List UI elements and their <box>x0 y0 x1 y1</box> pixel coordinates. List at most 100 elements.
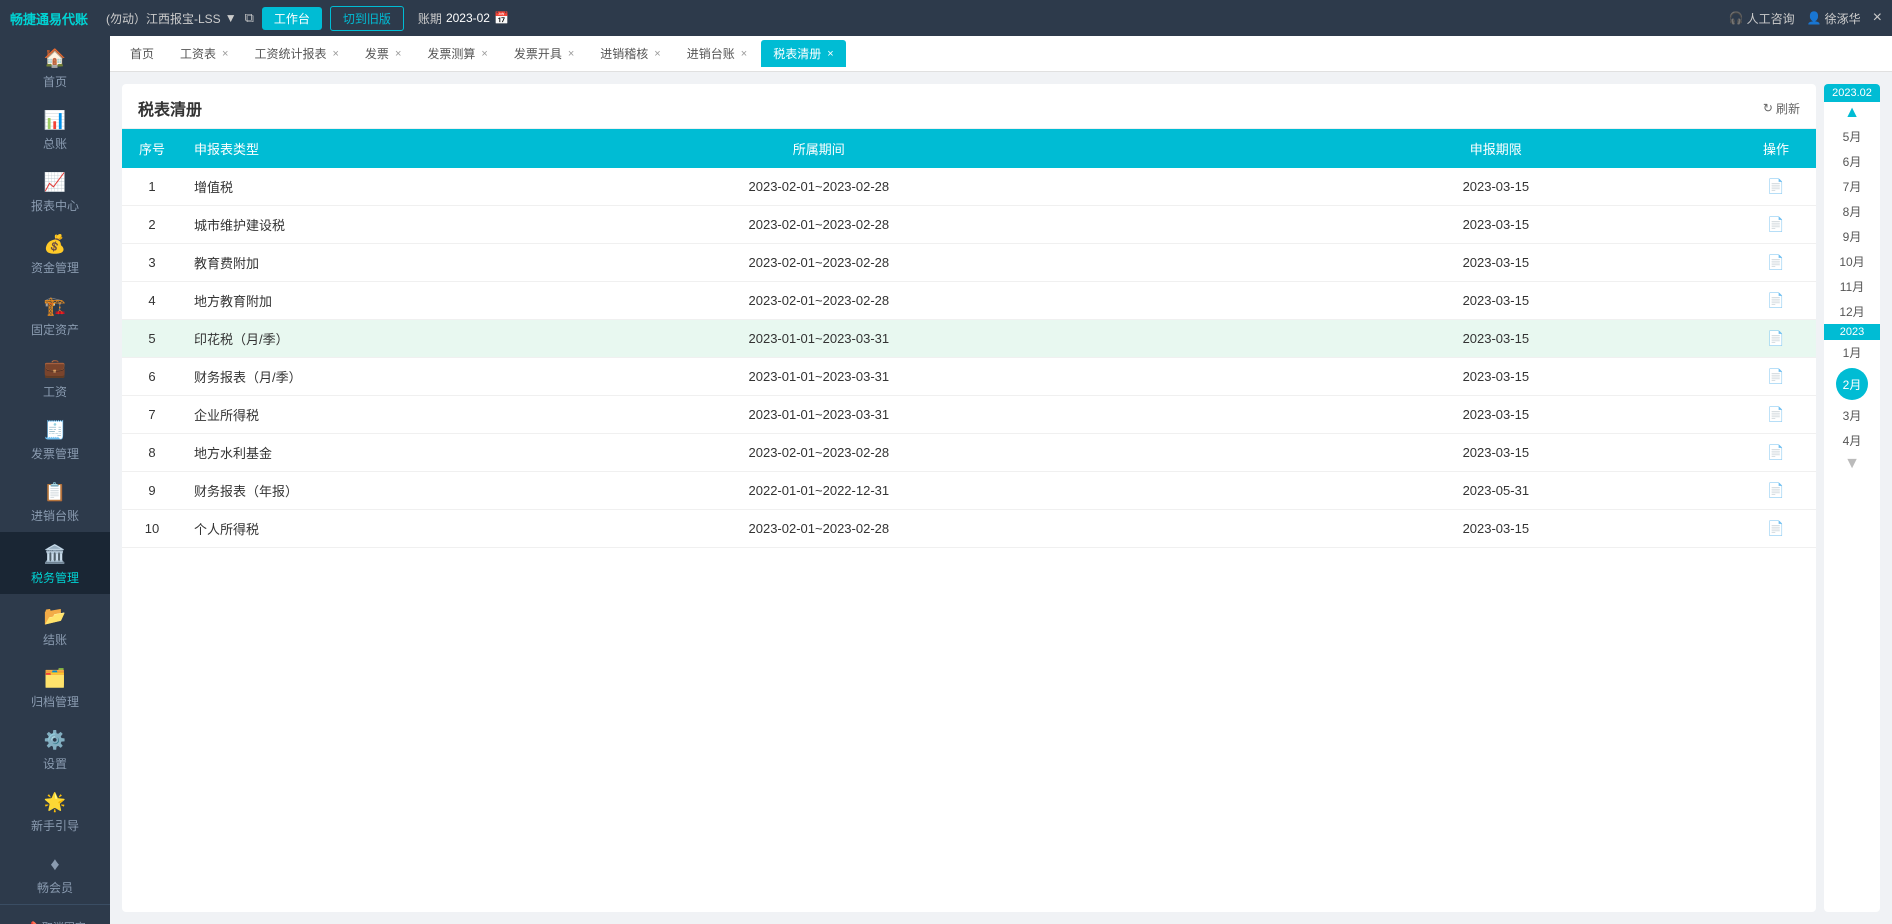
cell-type: 教育费附加 <box>182 244 382 282</box>
cell-period: 2023-02-01~2023-02-28 <box>382 168 1256 206</box>
close-button[interactable]: × <box>1873 9 1882 27</box>
tab-close-invoice-issue[interactable]: × <box>568 48 574 60</box>
company-selector[interactable]: (勿动）江西报宝-LSS ▼ <box>106 10 237 27</box>
file-icon[interactable]: 📄 <box>1767 330 1784 346</box>
sidebar-item-tax[interactable]: 🏛️ 税务管理 <box>0 532 110 594</box>
file-icon[interactable]: 📄 <box>1767 520 1784 536</box>
calendar-down-button[interactable]: ▼ <box>1842 453 1862 475</box>
col-action: 操作 <box>1736 129 1816 168</box>
cell-period: 2023-02-01~2023-02-28 <box>382 510 1256 548</box>
tab-bar: 首页 工资表 × 工资统计报表 × 发票 × 发票测算 × 发票开具 × <box>110 36 1892 72</box>
cell-period: 2023-01-01~2023-03-31 <box>382 396 1256 434</box>
cell-action: 📄 <box>1736 244 1816 282</box>
unpin-button[interactable]: 📌 取消固定 <box>0 913 110 924</box>
tab-payroll-stats[interactable]: 工资统计报表 × <box>242 40 350 67</box>
cell-no: 7 <box>122 396 182 434</box>
tab-invoice[interactable]: 发票 × <box>353 40 413 67</box>
cell-no: 2 <box>122 206 182 244</box>
sidebar-item-salary[interactable]: 💼 工资 <box>0 346 110 408</box>
page-title: 税表清册 <box>138 96 202 120</box>
calendar-month-8[interactable]: 8月 <box>1824 199 1880 224</box>
tab-home[interactable]: 首页 <box>118 40 166 67</box>
tab-close-purchase-audit[interactable]: × <box>654 48 660 60</box>
file-icon[interactable]: 📄 <box>1767 216 1784 232</box>
sidebar-label-report: 报表中心 <box>31 197 79 214</box>
sidebar-label-archive: 归档管理 <box>31 693 79 710</box>
tab-payroll[interactable]: 工资表 × <box>168 40 240 67</box>
sidebar: 🏠 首页 📊 总账 📈 报表中心 💰 资金管理 🏗️ 固定资产 💼 工资 🧾 发… <box>0 36 110 924</box>
tab-purchase-audit[interactable]: 进销稽核 × <box>588 40 672 67</box>
sidebar-item-fixed-assets[interactable]: 🏗️ 固定资产 <box>0 284 110 346</box>
cell-type: 财务报表（年报） <box>182 472 382 510</box>
tab-tax-list[interactable]: 税表清册 × <box>761 40 845 67</box>
calendar-up-button[interactable]: ▲ <box>1842 102 1862 124</box>
calendar-month-1[interactable]: 1月 <box>1824 340 1880 365</box>
ledger-icon: 📊 <box>44 110 66 131</box>
sidebar-item-purchase-sales[interactable]: 📋 进销台账 <box>0 470 110 532</box>
sidebar-item-funds[interactable]: 💰 资金管理 <box>0 222 110 284</box>
file-icon[interactable]: 📄 <box>1767 292 1784 308</box>
calendar-month-3[interactable]: 3月 <box>1824 403 1880 428</box>
tab-purchase-ledger[interactable]: 进销台账 × <box>675 40 759 67</box>
calendar-month-10[interactable]: 10月 <box>1824 249 1880 274</box>
file-icon[interactable]: 📄 <box>1767 178 1784 194</box>
switch-old-button[interactable]: 切到旧版 <box>330 6 404 31</box>
main-layout: 🏠 首页 📊 总账 📈 报表中心 💰 资金管理 🏗️ 固定资产 💼 工资 🧾 发… <box>0 36 1892 924</box>
sidebar-bottom: 📌 取消固定 <box>0 904 110 924</box>
table-row: 7 企业所得税 2023-01-01~2023-03-31 2023-03-15… <box>122 396 1816 434</box>
file-icon[interactable]: 📄 <box>1767 406 1784 422</box>
cell-no: 6 <box>122 358 182 396</box>
file-icon[interactable]: 📄 <box>1767 254 1784 270</box>
cell-deadline: 2023-03-15 <box>1256 168 1736 206</box>
page-content: 税表清册 ↻ 刷新 序号 申报表类型 <box>110 72 1892 924</box>
file-icon[interactable]: 📄 <box>1767 368 1784 384</box>
cell-period: 2023-02-01~2023-02-28 <box>382 434 1256 472</box>
sidebar-item-settings[interactable]: ⚙️ 设置 <box>0 718 110 780</box>
calendar-month-12[interactable]: 12月 <box>1824 299 1880 324</box>
cell-no: 4 <box>122 282 182 320</box>
tab-close-purchase-ledger[interactable]: × <box>741 48 747 60</box>
calendar-month-9[interactable]: 9月 <box>1824 224 1880 249</box>
cell-no: 1 <box>122 168 182 206</box>
sidebar-label-invoice: 发票管理 <box>31 445 79 462</box>
file-icon[interactable]: 📄 <box>1767 482 1784 498</box>
refresh-button[interactable]: ↻ 刷新 <box>1763 100 1800 117</box>
tab-close-tax-list[interactable]: × <box>827 48 833 60</box>
calendar-icon[interactable]: 📅 <box>494 11 509 25</box>
tab-close-invoice[interactable]: × <box>395 48 401 60</box>
sidebar-item-invoice[interactable]: 🧾 发票管理 <box>0 408 110 470</box>
sidebar-item-ledger[interactable]: 📊 总账 <box>0 98 110 160</box>
tab-close-payroll-stats[interactable]: × <box>332 48 338 60</box>
calendar-month-11[interactable]: 11月 <box>1824 274 1880 299</box>
tab-close-payroll[interactable]: × <box>222 48 228 60</box>
cell-period: 2023-02-01~2023-02-28 <box>382 206 1256 244</box>
calendar-month-6[interactable]: 6月 <box>1824 149 1880 174</box>
sidebar-item-closing[interactable]: 📂 结账 <box>0 594 110 656</box>
tab-close-invoice-calc[interactable]: × <box>481 48 487 60</box>
calendar-month-7[interactable]: 7月 <box>1824 174 1880 199</box>
sidebar-item-guide[interactable]: 🌟 新手引导 <box>0 780 110 842</box>
closing-icon: 📂 <box>44 606 66 627</box>
sidebar-item-archive[interactable]: 🗂️ 归档管理 <box>0 656 110 718</box>
sidebar-label-closing: 结账 <box>43 631 67 648</box>
cell-deadline: 2023-03-15 <box>1256 358 1736 396</box>
sidebar-item-report-center[interactable]: 📈 报表中心 <box>0 160 110 222</box>
ai-consult-btn[interactable]: 🎧 人工咨询 <box>1729 10 1795 27</box>
copy-icon[interactable]: ⧉ <box>245 10 254 26</box>
workbench-button[interactable]: 工作台 <box>262 7 322 30</box>
sidebar-item-vip[interactable]: ♦ 畅会员 <box>0 842 110 904</box>
sidebar-item-home[interactable]: 🏠 首页 <box>0 36 110 98</box>
calendar-month-2-active[interactable]: 2月 <box>1836 368 1868 400</box>
tab-invoice-calc[interactable]: 发票测算 × <box>415 40 499 67</box>
cell-action: 📄 <box>1736 320 1816 358</box>
user-profile[interactable]: 👤 徐涿华 <box>1807 10 1861 27</box>
table-row: 5 印花税（月/季） 2023-01-01~2023-03-31 2023-03… <box>122 320 1816 358</box>
file-icon[interactable]: 📄 <box>1767 444 1784 460</box>
col-period: 所属期间 <box>382 129 1256 168</box>
cell-action: 📄 <box>1736 434 1816 472</box>
top-bar: 畅捷通易代账 (勿动）江西报宝-LSS ▼ ⧉ 工作台 切到旧版 账期 2023… <box>0 0 1892 36</box>
cell-no: 3 <box>122 244 182 282</box>
calendar-month-5[interactable]: 5月 <box>1824 124 1880 149</box>
tab-invoice-issue[interactable]: 发票开具 × <box>502 40 586 67</box>
calendar-month-4[interactable]: 4月 <box>1824 428 1880 453</box>
